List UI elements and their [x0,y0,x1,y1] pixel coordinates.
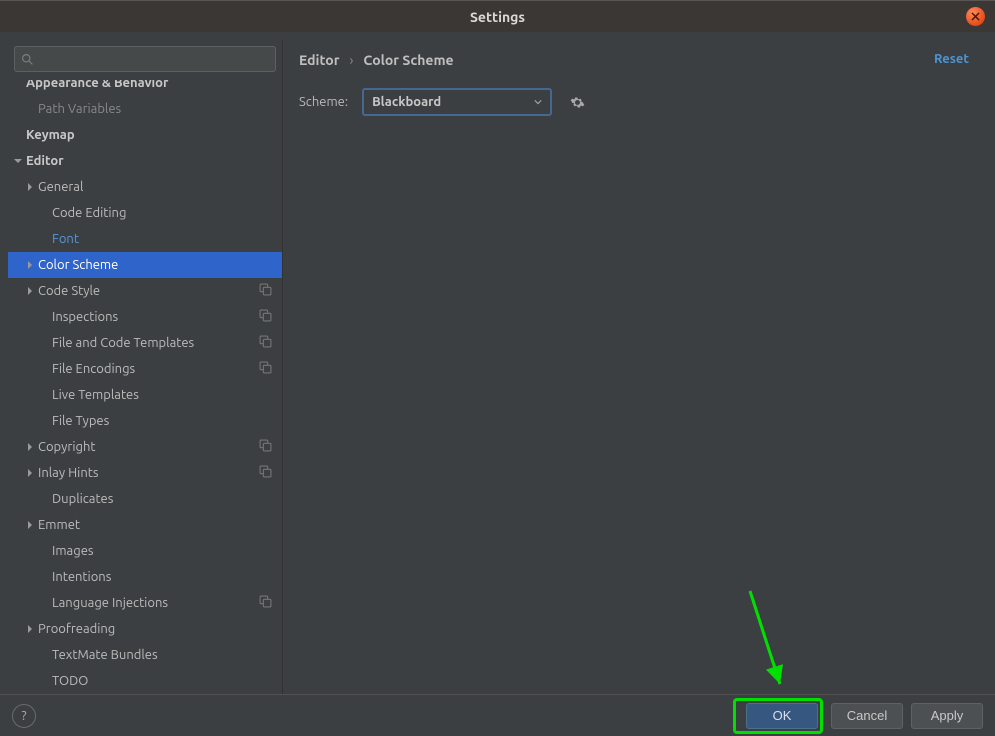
tree-item-label: File Encodings [52,362,259,376]
expander-icon[interactable] [22,261,38,269]
tree-item-label: Editor [26,154,272,168]
tree-item[interactable]: Live Templates [8,382,282,408]
tree-item-label: Keymap [26,128,272,142]
scheme-settings-button[interactable] [566,91,588,113]
project-scope-icon [259,283,272,299]
tree-item[interactable]: File Encodings [8,356,282,382]
tree-item-label: Code Editing [52,206,272,220]
reset-link[interactable]: Reset [934,52,969,66]
settings-tree[interactable]: Appearance & Behavior Path Variables Keyma… [8,80,282,694]
breadcrumb-part: Color Scheme [363,52,453,68]
settings-sidebar: Appearance & Behavior Path Variables Keyma… [8,40,283,694]
expander-icon[interactable] [22,521,38,529]
scheme-row: Scheme: Blackboard [299,88,971,116]
content-panel: Editor › Color Scheme Reset Scheme: Blac… [283,40,987,694]
tree-item[interactable]: General [8,174,282,200]
tree-item-label: Emmet [38,518,272,532]
expander-icon[interactable] [22,183,38,191]
tree-item[interactable]: Font [8,226,282,252]
tree-item-label: Color Scheme [38,258,272,272]
gear-icon [570,95,585,110]
help-button[interactable]: ? [12,704,36,728]
tree-item[interactable]: Code Editing [8,200,282,226]
search-box[interactable] [14,46,276,72]
tree-item[interactable]: Code Style [8,278,282,304]
close-icon [971,12,980,21]
tree-item[interactable]: Inlay Hints [8,460,282,486]
dialog-footer: ? OK Cancel Apply [0,694,995,736]
tree-item-label: Code Style [38,284,259,298]
tree-item-label: File and Code Templates [52,336,259,350]
tree-item-label: Images [52,544,272,558]
expander-icon[interactable] [22,443,38,451]
tree-item-label: Inspections [52,310,259,324]
tree-item-label: TextMate Bundles [52,648,272,662]
tree-item[interactable]: TODO [8,668,282,694]
tree-item[interactable]: Editor [8,148,282,174]
search-icon [21,53,34,66]
project-scope-icon [259,465,272,481]
tree-item-label: Duplicates [52,492,272,506]
tree-item[interactable]: Emmet [8,512,282,538]
help-icon: ? [21,709,26,723]
scheme-value: Blackboard [372,95,441,109]
tree-item[interactable]: Path Variables [8,96,282,122]
tree-item-label: Appearance & Behavior [26,80,272,90]
project-scope-icon [259,595,272,611]
scheme-label: Scheme: [299,95,348,109]
tree-item[interactable]: Intentions [8,564,282,590]
tree-item-label: Live Templates [52,388,272,402]
window-title: Settings [470,9,525,25]
expander-icon[interactable] [22,625,38,633]
titlebar: Settings [0,0,995,32]
tree-item[interactable]: Proofreading [8,616,282,642]
expander-icon[interactable] [22,469,38,477]
tree-item-label: General [38,180,272,194]
cancel-button[interactable]: Cancel [831,703,903,729]
apply-button[interactable]: Apply [911,703,983,729]
tree-item[interactable]: Keymap [8,122,282,148]
tree-item[interactable]: Copyright [8,434,282,460]
main-area: Appearance & Behavior Path Variables Keyma… [8,40,987,694]
tree-item-label: File Types [52,414,272,428]
project-scope-icon [259,335,272,351]
tree-item[interactable]: Duplicates [8,486,282,512]
tree-item[interactable]: File and Code Templates [8,330,282,356]
ok-annotation-highlight: OK [733,698,823,734]
tree-item[interactable]: Language Injections [8,590,282,616]
breadcrumb-separator: › [349,52,353,68]
scheme-dropdown[interactable]: Blackboard [362,88,552,116]
tree-item[interactable]: Images [8,538,282,564]
tree-item-label: Intentions [52,570,272,584]
project-scope-icon [259,439,272,455]
tree-item-label: Path Variables [38,102,272,116]
close-button[interactable] [966,7,985,26]
tree-item[interactable]: TextMate Bundles [8,642,282,668]
tree-item[interactable]: Color Scheme [8,252,282,278]
expander-icon[interactable] [10,157,26,165]
tree-item-label: Inlay Hints [38,466,259,480]
ok-button[interactable]: OK [746,703,818,729]
tree-item[interactable]: File Types [8,408,282,434]
search-input[interactable] [38,52,269,66]
project-scope-icon [259,361,272,377]
tree-item[interactable]: Appearance & Behavior [8,80,282,96]
tree-item-label: Copyright [38,440,259,454]
tree-item-label: Language Injections [52,596,259,610]
tree-item[interactable]: Inspections [8,304,282,330]
tree-item-label: Proofreading [38,622,272,636]
tree-item-label: TODO [52,674,272,688]
breadcrumb: Editor › Color Scheme [299,52,971,68]
tree-item-label: Font [52,232,272,246]
project-scope-icon [259,309,272,325]
breadcrumb-part[interactable]: Editor [299,52,339,68]
chevron-down-icon [534,98,542,106]
expander-icon[interactable] [22,287,38,295]
